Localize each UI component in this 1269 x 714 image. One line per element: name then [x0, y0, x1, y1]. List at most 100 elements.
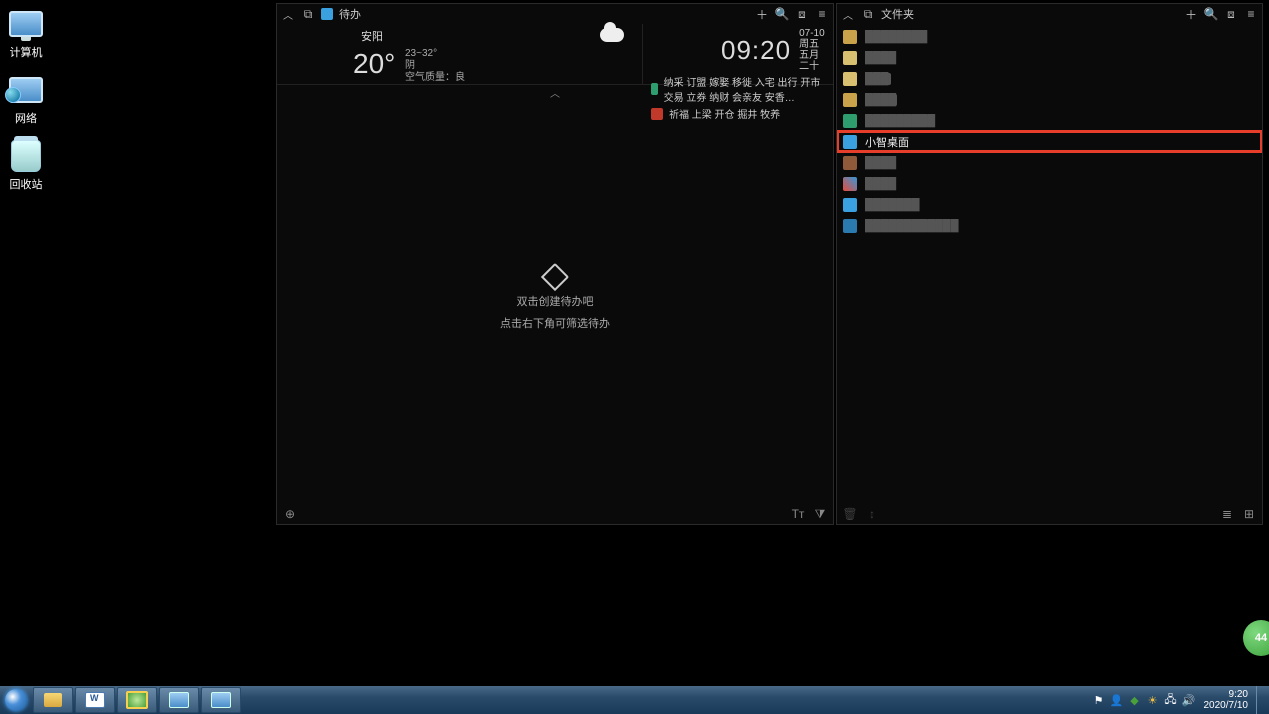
search-icon[interactable]: 🔍	[1204, 7, 1218, 21]
files-item[interactable]: ████	[837, 173, 1262, 194]
chevron-up-icon[interactable]: ︿	[841, 7, 855, 21]
files-item[interactable]: ████████████	[837, 215, 1262, 236]
menu-icon[interactable]: ≡	[1244, 7, 1258, 21]
info-strip: 安阳 20° 23~32° 阴 空气质量：良 09:20 07-10 周五 五月…	[277, 24, 833, 85]
chevron-up-icon[interactable]: ︿	[281, 7, 295, 21]
taskbar-explorer[interactable]	[33, 687, 73, 713]
empty-line1: 双击创建待办吧	[517, 293, 594, 309]
system-tray: ⚑ 👤 ◆ ☀ 🖧 🔊 9:202020/7/10	[1088, 686, 1269, 714]
files-list: ████████████████████████████小智桌面████████…	[837, 24, 1262, 504]
files-item[interactable]: ████████	[837, 26, 1262, 47]
file-name: ████████████	[865, 220, 937, 232]
list-view-icon[interactable]: ≣	[1220, 507, 1234, 521]
archive-icon[interactable]: ⧈	[795, 7, 809, 21]
todo-title-icon	[321, 8, 333, 20]
files-item[interactable]: █████████	[837, 110, 1262, 131]
todo-empty[interactable]: 双击创建待办吧 点击右下角可筛选待办	[277, 93, 833, 504]
files-item[interactable]: ███	[837, 68, 1262, 89]
todo-footer: ⊕ Tᴛ ⧩	[277, 504, 833, 524]
desktop-icon-label: 计算机	[2, 44, 50, 60]
desktop-icon-network[interactable]: 网络	[2, 72, 50, 126]
ie-icon	[126, 691, 148, 709]
files-title: 文件夹	[881, 6, 914, 22]
files-item[interactable]: ████	[837, 89, 1262, 110]
weather-block[interactable]: 安阳 20° 23~32° 阴 空气质量：良	[277, 24, 643, 84]
fab-button[interactable]: 44	[1243, 620, 1269, 656]
network-icon	[8, 72, 44, 108]
tray-clock[interactable]: 9:202020/7/10	[1200, 689, 1253, 711]
file-type-icon	[843, 219, 857, 233]
file-type-icon	[843, 114, 857, 128]
word-icon	[85, 692, 105, 708]
todo-panel: ︿ ⧉ 待办 ＋ 🔍 ⧈ ≡ 安阳 20° 23~32° 阴 空气质量：良	[276, 3, 834, 525]
taskbar-ie[interactable]	[117, 687, 157, 713]
pencil-icon	[541, 262, 569, 290]
tray-user-icon[interactable]: 👤	[1110, 693, 1124, 707]
desktop-icon-label: 回收站	[2, 176, 50, 192]
file-name: ███	[865, 73, 891, 85]
file-type-icon	[843, 30, 857, 44]
trash-icon[interactable]: 🗑	[843, 507, 857, 521]
windows-orb-icon	[5, 689, 27, 711]
file-type-icon	[843, 156, 857, 170]
file-type-icon	[843, 93, 857, 107]
tray-volume-icon[interactable]: 🔊	[1182, 693, 1196, 707]
text-size-icon[interactable]: Tᴛ	[791, 507, 805, 521]
filter-icon[interactable]: ⧩	[813, 507, 827, 521]
search-icon[interactable]: 🔍	[775, 7, 789, 21]
collapse-handle[interactable]: ︿	[277, 85, 833, 93]
tray-shield-icon[interactable]: ◆	[1128, 693, 1142, 707]
files-footer: 🗑 ↕ ≣ ⊞	[837, 504, 1262, 524]
desktop-icon-computer[interactable]: 计算机	[2, 6, 50, 60]
files-item[interactable]: ███████	[837, 194, 1262, 215]
todo-header: ︿ ⧉ 待办 ＋ 🔍 ⧈ ≡	[277, 4, 833, 24]
menu-icon[interactable]: ≡	[815, 7, 829, 21]
computer-icon	[8, 6, 44, 42]
file-type-icon	[843, 135, 857, 149]
clock-time: 09:20	[721, 35, 791, 66]
clock-block[interactable]: 09:20 07-10 周五 五月二十 纳采 订盟 嫁娶 移徙 入宅 出行 开市…	[643, 24, 833, 84]
file-type-icon	[843, 177, 857, 191]
weather-detail: 23~32° 阴 空气质量：良	[405, 48, 465, 84]
taskbar: ⚑ 👤 ◆ ☀ 🖧 🔊 9:202020/7/10	[0, 686, 1269, 714]
pin-icon[interactable]: ⧉	[301, 7, 315, 21]
file-name: ████	[865, 52, 895, 64]
add-icon[interactable]: ＋	[755, 7, 769, 21]
show-desktop[interactable]	[1256, 686, 1265, 714]
taskbar-app2[interactable]	[201, 687, 241, 713]
add-todo-icon[interactable]: ⊕	[283, 507, 297, 521]
files-item[interactable]: ████	[837, 152, 1262, 173]
files-header: ︿ ⧉ 文件夹 ＋ 🔍 ⧈ ≡	[837, 4, 1262, 24]
file-type-icon	[843, 72, 857, 86]
tray-sun-icon[interactable]: ☀	[1146, 693, 1160, 707]
file-name: ███████	[865, 199, 919, 211]
monitor-icon	[211, 692, 231, 708]
files-item[interactable]: 小智桌面	[837, 131, 1262, 152]
grid-view-icon[interactable]: ⊞	[1242, 507, 1256, 521]
taskbar-app1[interactable]	[159, 687, 199, 713]
pin-icon[interactable]: ⧉	[861, 7, 875, 21]
file-type-icon	[843, 198, 857, 212]
desktop-icon-recycle[interactable]: 回收站	[2, 138, 50, 192]
file-name: ████	[865, 94, 897, 106]
desktop-icon-label: 网络	[2, 110, 50, 126]
add-icon[interactable]: ＋	[1184, 7, 1198, 21]
taskbar-word[interactable]	[75, 687, 115, 713]
cloud-icon	[600, 28, 624, 42]
file-name: █████████	[865, 115, 929, 127]
start-button[interactable]	[0, 686, 32, 714]
file-name: ████████	[865, 31, 923, 43]
files-item[interactable]: ████	[837, 47, 1262, 68]
tray-flag-icon[interactable]: ⚑	[1092, 693, 1106, 707]
todo-title: 待办	[339, 6, 361, 22]
weather-location: 安阳	[361, 28, 383, 44]
sort-icon[interactable]: ↕	[865, 507, 879, 521]
archive-icon[interactable]: ⧈	[1224, 7, 1238, 21]
file-name: 小智桌面	[865, 134, 909, 150]
files-panel: ︿ ⧉ 文件夹 ＋ 🔍 ⧈ ≡ ████████████████████████…	[836, 3, 1263, 525]
monitor-icon	[169, 692, 189, 708]
tray-net-icon[interactable]: 🖧	[1164, 693, 1178, 707]
file-name: ████	[865, 157, 895, 169]
file-name: ████	[865, 178, 895, 190]
file-type-icon	[843, 51, 857, 65]
